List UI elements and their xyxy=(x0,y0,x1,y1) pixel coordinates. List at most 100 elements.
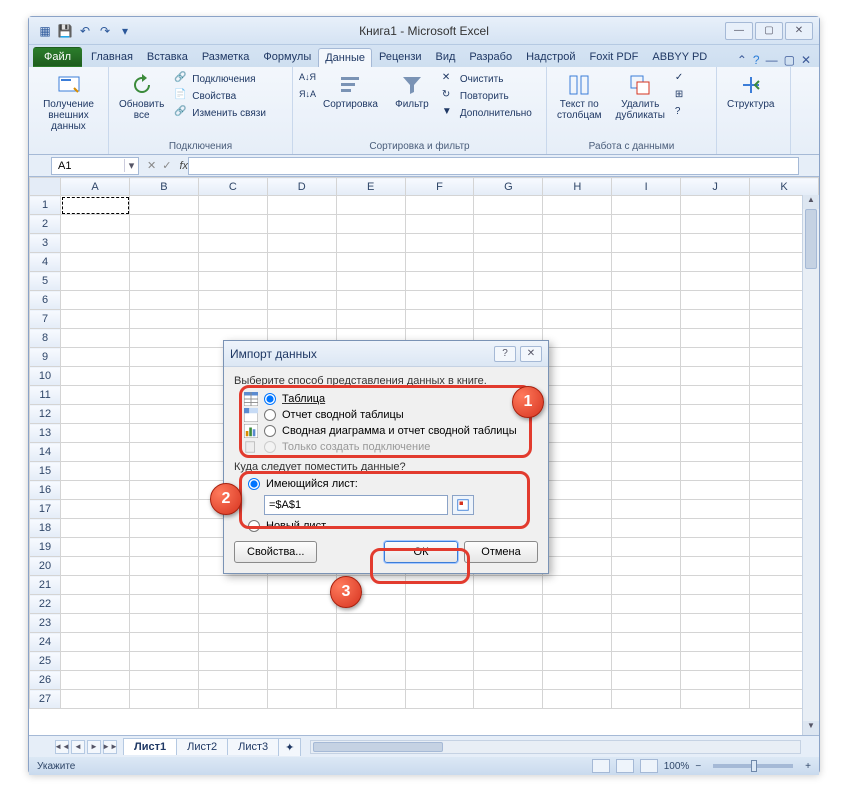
col-header[interactable]: J xyxy=(681,178,750,196)
edit-links-button[interactable]: 🔗Изменить связи xyxy=(174,105,266,121)
option-new-sheet-radio[interactable] xyxy=(248,520,260,532)
doc-restore-icon[interactable]: ▢ xyxy=(784,53,795,67)
row-header[interactable]: 6 xyxy=(30,291,61,310)
tab-foxit[interactable]: Foxit PDF xyxy=(583,47,646,67)
close-button[interactable]: ✕ xyxy=(785,22,813,40)
outline-button[interactable]: Структура xyxy=(723,71,778,112)
formula-input[interactable] xyxy=(188,157,799,175)
enter-formula-icon[interactable]: ✓ xyxy=(162,159,171,172)
collapse-dialog-button[interactable] xyxy=(452,495,474,515)
save-icon[interactable]: 💾 xyxy=(57,23,73,39)
view-layout-button[interactable] xyxy=(616,759,634,773)
properties-button[interactable]: 📄Свойства xyxy=(174,88,266,104)
cell-a1[interactable] xyxy=(61,196,130,215)
dialog-titlebar[interactable]: Импорт данных ? ✕ xyxy=(224,341,548,367)
cell-reference-input[interactable] xyxy=(264,495,448,515)
row-header[interactable]: 7 xyxy=(30,310,61,329)
cancel-button[interactable]: Отмена xyxy=(464,541,538,563)
scroll-down-icon[interactable]: ▼ xyxy=(803,721,819,735)
tab-addins[interactable]: Надстрой xyxy=(519,47,582,67)
fx-icon[interactable]: fx xyxy=(179,160,188,172)
option-pivot-radio[interactable] xyxy=(264,409,276,421)
tab-abbyy[interactable]: ABBYY PD xyxy=(645,47,714,67)
zoom-in-button[interactable]: + xyxy=(805,761,811,772)
whatif-button[interactable]: ? xyxy=(675,105,689,121)
row-header[interactable]: 26 xyxy=(30,671,61,690)
vertical-scrollbar[interactable]: ▲ ▼ xyxy=(802,195,819,735)
zoom-slider[interactable] xyxy=(713,764,793,768)
tab-review[interactable]: Рецензи xyxy=(372,47,429,67)
col-header[interactable]: A xyxy=(61,178,130,196)
refresh-all-button[interactable]: Обновить все xyxy=(115,71,168,123)
row-header[interactable]: 2 xyxy=(30,215,61,234)
tab-formulas[interactable]: Формулы xyxy=(256,47,318,67)
advanced-filter-button[interactable]: ▼Дополнительно xyxy=(442,105,532,121)
row-header[interactable]: 20 xyxy=(30,557,61,576)
col-header[interactable]: C xyxy=(198,178,267,196)
row-header[interactable]: 27 xyxy=(30,690,61,709)
row-header[interactable]: 19 xyxy=(30,538,61,557)
tab-nav-prev[interactable]: ◄ xyxy=(71,740,85,754)
dialog-close-button[interactable]: ✕ xyxy=(520,346,542,362)
row-header[interactable]: 24 xyxy=(30,633,61,652)
ribbon-minimize-icon[interactable]: ⌃ xyxy=(737,53,747,67)
data-validation-button[interactable]: ✓ xyxy=(675,71,689,87)
row-header[interactable]: 16 xyxy=(30,481,61,500)
col-header[interactable]: I xyxy=(612,178,681,196)
sheet-tab[interactable]: Лист2 xyxy=(176,738,228,755)
select-all-corner[interactable] xyxy=(30,178,61,196)
row-header[interactable]: 4 xyxy=(30,253,61,272)
row-header[interactable]: 25 xyxy=(30,652,61,671)
horizontal-scrollbar[interactable] xyxy=(310,740,801,754)
option-table-radio[interactable] xyxy=(264,393,276,405)
col-header[interactable]: G xyxy=(474,178,543,196)
sheet-tab[interactable]: Лист3 xyxy=(227,738,279,755)
consolidate-button[interactable]: ⊞ xyxy=(675,88,689,104)
hscroll-thumb[interactable] xyxy=(313,742,443,752)
clear-filter-button[interactable]: ✕Очистить xyxy=(442,71,532,87)
reapply-button[interactable]: ↻Повторить xyxy=(442,88,532,104)
tab-nav-next[interactable]: ► xyxy=(87,740,101,754)
sheet-tab[interactable]: Лист1 xyxy=(123,738,177,755)
zoom-out-button[interactable]: − xyxy=(695,761,701,772)
external-data-button[interactable]: Получение внешних данных xyxy=(35,71,102,134)
properties-button[interactable]: Свойства... xyxy=(234,541,317,563)
remove-duplicates-button[interactable]: Удалить дубликаты xyxy=(612,71,669,123)
undo-icon[interactable]: ↶ xyxy=(77,23,93,39)
row-header[interactable]: 23 xyxy=(30,614,61,633)
filter-button[interactable]: Фильтр xyxy=(388,71,436,112)
tab-nav-first[interactable]: ◄◄ xyxy=(55,740,69,754)
new-sheet-button[interactable]: ✦ xyxy=(278,738,301,756)
col-header[interactable]: K xyxy=(750,178,819,196)
row-header[interactable]: 18 xyxy=(30,519,61,538)
col-header[interactable]: B xyxy=(130,178,199,196)
row-header[interactable]: 5 xyxy=(30,272,61,291)
doc-minimize-icon[interactable]: — xyxy=(766,53,778,67)
col-header[interactable]: H xyxy=(543,178,612,196)
row-header[interactable]: 3 xyxy=(30,234,61,253)
row-header[interactable]: 13 xyxy=(30,424,61,443)
row-header[interactable]: 9 xyxy=(30,348,61,367)
connections-button[interactable]: 🔗Подключения xyxy=(174,71,266,87)
tab-insert[interactable]: Вставка xyxy=(140,47,195,67)
cancel-formula-icon[interactable]: ✕ xyxy=(147,159,156,172)
row-header[interactable]: 21 xyxy=(30,576,61,595)
row-header[interactable]: 14 xyxy=(30,443,61,462)
sort-za-button[interactable]: Я↓А xyxy=(299,88,313,104)
tab-developer[interactable]: Разрабо xyxy=(462,47,519,67)
maximize-button[interactable]: ▢ xyxy=(755,22,783,40)
row-header[interactable]: 15 xyxy=(30,462,61,481)
row-header[interactable]: 12 xyxy=(30,405,61,424)
tab-layout[interactable]: Разметка xyxy=(195,47,257,67)
tab-home[interactable]: Главная xyxy=(84,47,140,67)
redo-icon[interactable]: ↷ xyxy=(97,23,113,39)
row-header[interactable]: 1 xyxy=(30,196,61,215)
scroll-up-icon[interactable]: ▲ xyxy=(803,195,819,209)
col-header[interactable]: F xyxy=(405,178,474,196)
doc-close-icon[interactable]: ✕ xyxy=(801,53,811,67)
view-normal-button[interactable] xyxy=(592,759,610,773)
option-existing-radio[interactable] xyxy=(248,478,260,490)
row-header[interactable]: 22 xyxy=(30,595,61,614)
row-header[interactable]: 10 xyxy=(30,367,61,386)
row-header[interactable]: 8 xyxy=(30,329,61,348)
